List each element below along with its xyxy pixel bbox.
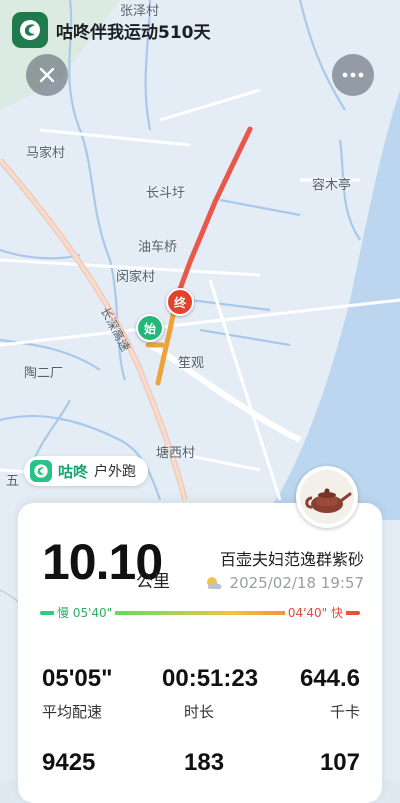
place-label: 容木亭 [312,178,352,193]
stride-value: 107 [319,749,360,776]
avg-pace-value: 05'05" [42,665,113,692]
datetime: 2025/02/18 19:57 [229,574,364,592]
close-button[interactable] [26,54,68,96]
start-marker[interactable]: 始 [136,314,164,342]
pace-fast-label: 04'40" 快 [284,605,346,621]
end-marker[interactable]: 终 [166,288,194,316]
duration-label: 时长 [184,703,215,721]
duration-value: 00:51:23 [162,665,259,692]
page-title: 咕咚伴我运动510天 [56,22,211,43]
pace-legend: 慢 05'40" 04'40" 快 [40,605,360,621]
place-label: 塘西村 [156,446,196,461]
place-label: 马家村 [26,146,66,161]
pace-slow-label: 慢 05'40" [54,605,116,621]
cadence-value: 183 [184,749,225,776]
place-label: 笙观 [178,356,205,371]
place-label: 长斗圩 [146,186,186,201]
weather-icon [206,577,222,589]
more-button[interactable] [332,54,374,96]
summary-card: 10.10 公里 百壶夫妇范逸群紫砂 2025/02/18 19:57 慢 05… [18,503,382,803]
place-label: 陶二厂 [24,366,64,381]
start-marker-label: 始 [143,321,156,336]
app-logo-icon [12,12,48,48]
steps-value: 9425 [42,749,96,776]
brand-name: 咕咚 [58,462,89,481]
activity-badge: 咕咚 户外跑 [24,456,149,486]
activity-type: 户外跑 [94,464,137,480]
more-icon [342,72,364,78]
username: 百壶夫妇范逸群紫砂 [219,550,364,569]
codoon-logo-icon [30,460,52,482]
close-icon [39,67,55,83]
distance-unit: 公里 [136,572,170,592]
datetime-row: 2025/02/18 19:57 [204,574,364,592]
place-label: 闵家村 [116,270,156,285]
user-avatar[interactable] [296,466,358,528]
place-label: 五 [6,474,20,489]
end-marker-label: 终 [173,295,186,310]
avg-pace-label: 平均配速 [42,703,103,721]
place-label: 油车桥 [138,240,178,255]
teapot-avatar-icon [300,470,354,524]
top-bar: 咕咚伴我运动510天 [12,12,211,48]
calories-label: 千卡 [329,703,360,721]
calories-value: 644.6 [299,665,360,692]
